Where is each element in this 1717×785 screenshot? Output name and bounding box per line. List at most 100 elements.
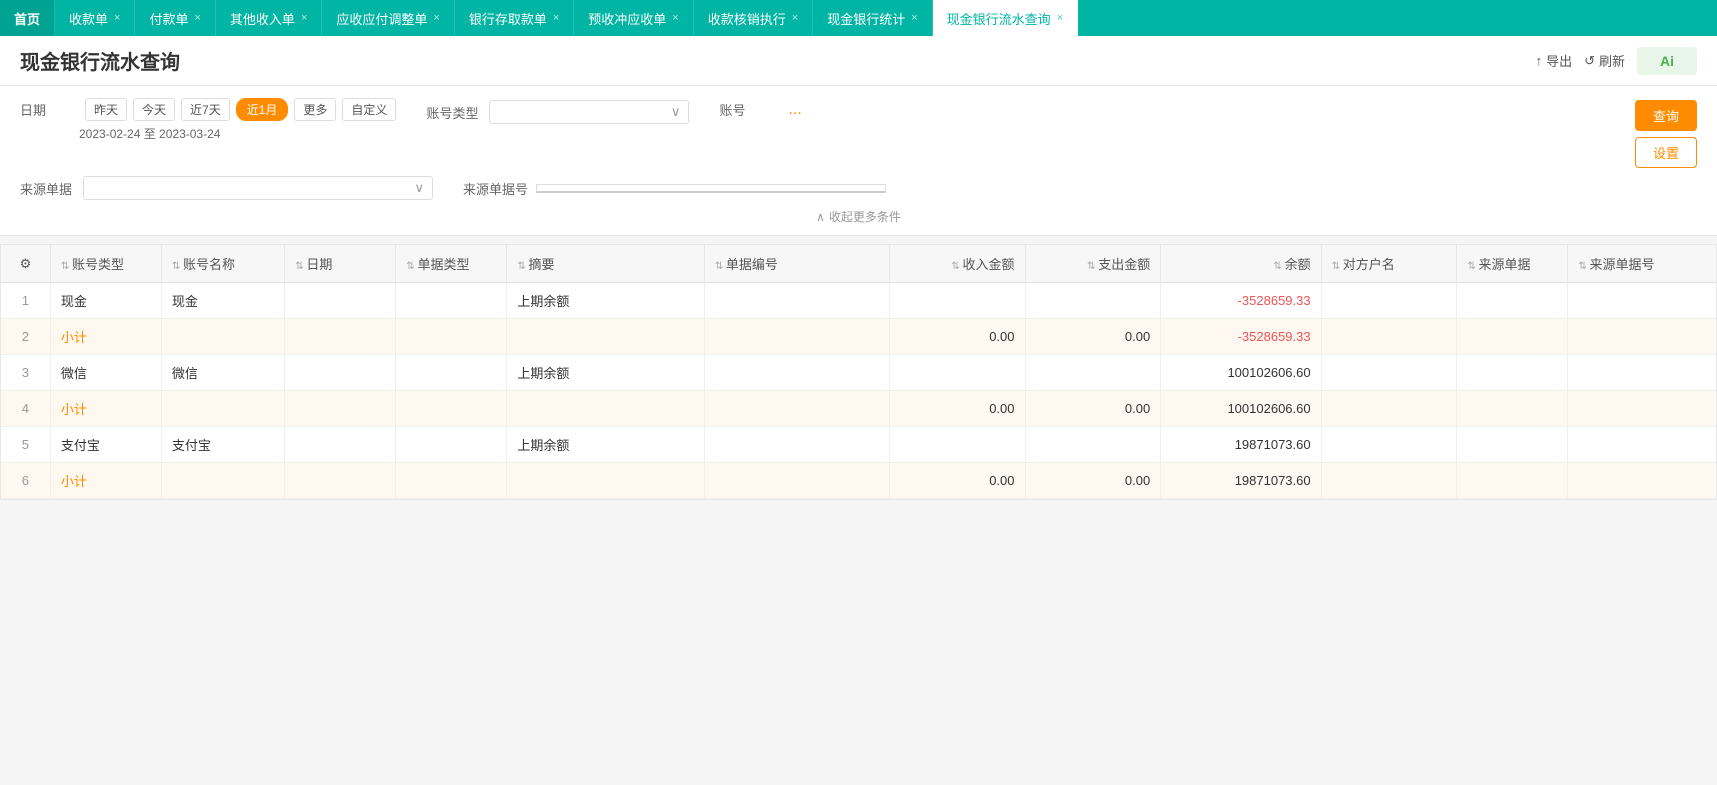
cell-balance: 100102606.60 bbox=[1161, 391, 1321, 427]
source-doc-label: 来源单据 bbox=[20, 179, 75, 198]
th-balance[interactable]: ⇅ 余额 bbox=[1161, 245, 1321, 283]
cell-index: 4 bbox=[1, 391, 50, 427]
cell-index: 6 bbox=[1, 463, 50, 499]
th-acct-name[interactable]: ⇅ 账号名称 bbox=[161, 245, 284, 283]
table-row[interactable]: 5 支付宝 支付宝 上期余额 19871073.60 bbox=[1, 427, 1716, 463]
chevron-down-icon: ∨ bbox=[414, 180, 424, 196]
ai-badge[interactable]: Ai bbox=[1637, 47, 1697, 75]
cell-date bbox=[285, 391, 396, 427]
th-income[interactable]: ⇅ 收入金额 bbox=[889, 245, 1025, 283]
cell-doc-no bbox=[704, 391, 889, 427]
cell-doc-no bbox=[704, 463, 889, 499]
table-row[interactable]: 3 微信 微信 上期余额 100102606.60 bbox=[1, 355, 1716, 391]
cell-acct-type: 现金 bbox=[50, 283, 161, 319]
date-custom[interactable]: 自定义 bbox=[342, 98, 396, 121]
table-row[interactable]: 1 现金 现金 上期余额 -3528659.33 bbox=[1, 283, 1716, 319]
cell-doc-no bbox=[704, 355, 889, 391]
sort-icon: ⇅ bbox=[1332, 261, 1343, 272]
close-icon[interactable]: × bbox=[433, 12, 439, 24]
cell-income bbox=[889, 355, 1025, 391]
cell-src-doc-no bbox=[1568, 283, 1716, 319]
cell-counterparty bbox=[1321, 319, 1457, 355]
nav-item-8[interactable]: 现金银行流水查询 × bbox=[933, 0, 1078, 36]
nav-item-7[interactable]: 现金银行统计 × bbox=[813, 0, 932, 36]
th-src-doc[interactable]: ⇅ 来源单据 bbox=[1457, 245, 1568, 283]
cell-counterparty bbox=[1321, 355, 1457, 391]
th-date[interactable]: ⇅ 日期 bbox=[285, 245, 396, 283]
nav-item-6[interactable]: 收款核销执行 × bbox=[694, 0, 813, 36]
cell-acct-type: 小计 bbox=[50, 463, 161, 499]
cell-acct-name bbox=[161, 319, 284, 355]
close-icon[interactable]: × bbox=[114, 12, 120, 24]
date-7days[interactable]: 近7天 bbox=[181, 98, 230, 121]
cell-balance: -3528659.33 bbox=[1161, 283, 1321, 319]
close-icon[interactable]: × bbox=[194, 12, 200, 24]
date-1month[interactable]: 近1月 bbox=[236, 98, 289, 121]
nav-item-2[interactable]: 其他收入单 × bbox=[216, 0, 322, 36]
page-header: 现金银行流水查询 ↑ 导出 ↺ 刷新 Ai bbox=[0, 36, 1717, 86]
close-icon[interactable]: × bbox=[672, 12, 678, 24]
sort-icon: ⇅ bbox=[715, 261, 726, 272]
cell-acct-name bbox=[161, 463, 284, 499]
acct-no-label: 账号 bbox=[719, 100, 774, 119]
cell-income bbox=[889, 427, 1025, 463]
close-icon[interactable]: × bbox=[553, 12, 559, 24]
table-row[interactable]: 4 小计 0.00 0.00 100102606.60 bbox=[1, 391, 1716, 427]
sort-icon: ⇅ bbox=[951, 261, 962, 272]
cell-src-doc bbox=[1457, 427, 1568, 463]
cell-date bbox=[285, 427, 396, 463]
nav-item-1[interactable]: 付款单 × bbox=[135, 0, 215, 36]
th-doc-no[interactable]: ⇅ 单据编号 bbox=[704, 245, 889, 283]
th-gear[interactable]: ⚙ bbox=[1, 245, 50, 283]
settings-button[interactable]: 设置 bbox=[1635, 137, 1697, 168]
cell-expense: 0.00 bbox=[1025, 391, 1161, 427]
close-icon[interactable]: × bbox=[911, 12, 917, 24]
nav-item-3[interactable]: 应收应付调整单 × bbox=[322, 0, 454, 36]
acct-type-select[interactable]: ∨ bbox=[489, 100, 689, 124]
cell-acct-name: 现金 bbox=[161, 283, 284, 319]
close-icon[interactable]: × bbox=[792, 12, 798, 24]
th-counterparty[interactable]: ⇅ 对方户名 bbox=[1321, 245, 1457, 283]
source-doc-no-input[interactable] bbox=[536, 184, 886, 193]
nav-item-4[interactable]: 银行存取款单 × bbox=[455, 0, 574, 36]
cell-income bbox=[889, 283, 1025, 319]
nav-item-5[interactable]: 预收冲应收单 × bbox=[574, 0, 693, 36]
date-more[interactable]: 更多 bbox=[294, 98, 336, 121]
cell-doc-no bbox=[704, 427, 889, 463]
collapse-bar[interactable]: ∧ 收起更多条件 bbox=[20, 204, 1697, 227]
gear-icon[interactable]: ⚙ bbox=[20, 256, 32, 271]
date-yesterday[interactable]: 昨天 bbox=[85, 98, 127, 121]
top-nav: 首页 收款单 × 付款单 × 其他收入单 × 应收应付调整单 × 银行存取款单 … bbox=[0, 0, 1717, 36]
close-icon[interactable]: × bbox=[301, 12, 307, 24]
cell-expense bbox=[1025, 355, 1161, 391]
source-doc-select[interactable]: ∨ bbox=[83, 176, 433, 200]
cell-src-doc bbox=[1457, 463, 1568, 499]
date-today[interactable]: 今天 bbox=[133, 98, 175, 121]
refresh-button[interactable]: ↺ 刷新 bbox=[1584, 51, 1625, 70]
cell-date bbox=[285, 355, 396, 391]
dots-button[interactable]: ... bbox=[788, 101, 801, 119]
table-row[interactable]: 6 小计 0.00 0.00 19871073.60 bbox=[1, 463, 1716, 499]
chevron-down-icon: ∨ bbox=[671, 104, 681, 120]
table-row[interactable]: 2 小计 0.00 0.00 -3528659.33 bbox=[1, 319, 1716, 355]
export-icon: ↑ bbox=[1536, 53, 1543, 68]
sort-icon: ⇅ bbox=[517, 261, 528, 272]
query-button[interactable]: 查询 bbox=[1635, 100, 1697, 131]
cell-src-doc-no bbox=[1568, 355, 1716, 391]
th-summary[interactable]: ⇅ 摘要 bbox=[507, 245, 704, 283]
th-src-doc-no[interactable]: ⇅ 来源单据号 bbox=[1568, 245, 1716, 283]
collapse-icon: ∧ bbox=[816, 210, 825, 224]
cell-src-doc bbox=[1457, 391, 1568, 427]
close-icon[interactable]: × bbox=[1057, 12, 1063, 24]
nav-item-0[interactable]: 收款单 × bbox=[55, 0, 135, 36]
cell-balance: -3528659.33 bbox=[1161, 319, 1321, 355]
th-expense[interactable]: ⇅ 支出金额 bbox=[1025, 245, 1161, 283]
nav-home[interactable]: 首页 bbox=[0, 0, 55, 36]
export-button[interactable]: ↑ 导出 bbox=[1536, 51, 1573, 70]
th-doc-type[interactable]: ⇅ 单据类型 bbox=[396, 245, 507, 283]
cell-src-doc bbox=[1457, 283, 1568, 319]
cell-acct-name bbox=[161, 391, 284, 427]
th-acct-type[interactable]: ⇅ 账号类型 bbox=[50, 245, 161, 283]
cell-date bbox=[285, 463, 396, 499]
sort-icon: ⇅ bbox=[406, 261, 417, 272]
